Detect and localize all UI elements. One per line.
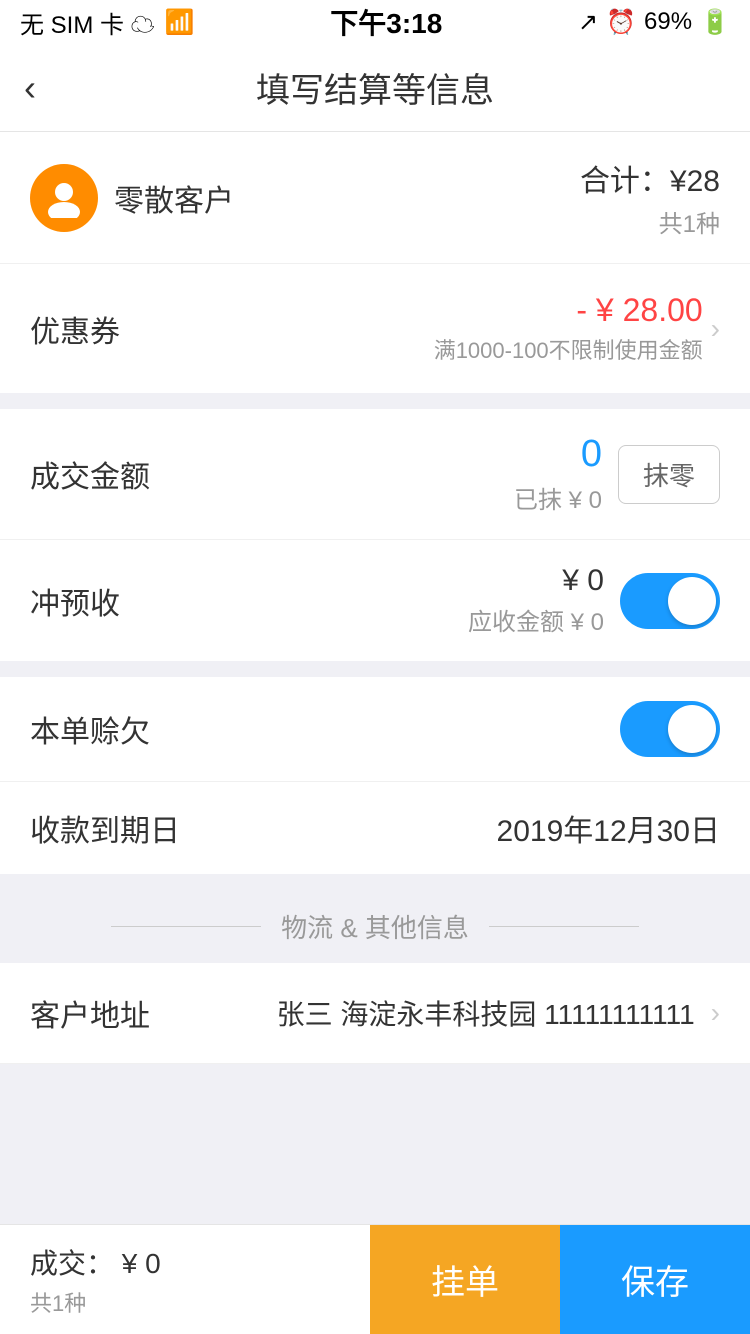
prepayment-right: ¥ 0 应收金额 ¥ 0 xyxy=(468,564,720,637)
coupon-desc: 满1000-100不限制使用金额 xyxy=(434,333,703,365)
status-time: 下午3:18 xyxy=(330,2,442,42)
due-date-row: 收款到期日 2019年12月30日 xyxy=(0,782,750,874)
due-date-value: 2019年12月30日 xyxy=(497,806,720,850)
bottom-count: 共1种 xyxy=(30,1286,340,1318)
status-left: 无 SIM 卡 ☁ 📶 xyxy=(20,5,195,40)
nav-bar: ‹ 填写结算等信息 xyxy=(0,44,750,132)
debt-toggle[interactable] xyxy=(620,701,720,757)
bottom-info: 成交： ¥ 0 共1种 xyxy=(0,1242,370,1318)
bottom-deal-value: ¥ 0 xyxy=(122,1248,161,1279)
deal-amount-col: 0 已抹 ¥ 0 xyxy=(514,433,602,515)
customer-section: 零散客户 合计：¥28 共1种 优惠券 - ¥ 28.00 满1000-100不… xyxy=(0,132,750,393)
debt-label: 本单赊欠 xyxy=(30,707,170,751)
location-icon: ↗ xyxy=(578,8,598,37)
back-button[interactable]: ‹ xyxy=(24,67,36,109)
coupon-amount: - ¥ 28.00 xyxy=(434,292,703,329)
total-amount: 合计：¥28 xyxy=(580,156,720,200)
coupon-right: - ¥ 28.00 满1000-100不限制使用金额 › xyxy=(434,292,720,365)
debt-row: 本单赊欠 xyxy=(0,677,750,782)
debt-right xyxy=(620,701,720,757)
avatar xyxy=(30,164,98,232)
bottom-bar: 成交： ¥ 0 共1种 挂单 保存 xyxy=(0,1224,750,1334)
address-label: 客户地址 xyxy=(30,991,150,1035)
battery-icon: 🔋 xyxy=(700,8,730,37)
deal-amount-row: 成交金额 0 已抹 ¥ 0 抹零 xyxy=(0,409,750,540)
prepayment-row: 冲预收 ¥ 0 应收金额 ¥ 0 xyxy=(0,540,750,661)
sim-status: 无 SIM 卡 ☁ xyxy=(20,5,155,40)
address-chevron-icon: › xyxy=(711,997,720,1029)
wifi-icon: 📶 xyxy=(165,8,195,37)
prepayment-toggle[interactable] xyxy=(620,573,720,629)
bottom-deal-label: 成交： xyxy=(30,1248,114,1279)
deal-amount-section: 成交金额 0 已抹 ¥ 0 抹零 冲预收 ¥ 0 应收金额 ¥ 0 xyxy=(0,409,750,661)
customer-right: 合计：¥28 共1种 xyxy=(580,156,720,239)
coupon-value-wrap: - ¥ 28.00 满1000-100不限制使用金额 xyxy=(434,292,703,365)
avatar-icon xyxy=(44,178,84,218)
coupon-row[interactable]: 优惠券 - ¥ 28.00 满1000-100不限制使用金额 › xyxy=(0,263,750,393)
address-row[interactable]: 客户地址 张三 海淀永丰科技园 11111111111 › xyxy=(0,963,750,1064)
prepayment-sub: 应收金额 ¥ 0 xyxy=(468,602,604,637)
alarm-icon: ⏰ xyxy=(606,8,636,37)
prepayment-col: ¥ 0 应收金额 ¥ 0 xyxy=(468,564,604,637)
status-bar: 无 SIM 卡 ☁ 📶 下午3:18 ↗ ⏰ 69% 🔋 xyxy=(0,0,750,44)
deal-amount-value: 0 xyxy=(581,433,602,476)
round-off-button[interactable]: 抹零 xyxy=(618,445,720,504)
chevron-right-icon: › xyxy=(711,313,720,345)
debt-section: 本单赊欠 收款到期日 2019年12月30日 xyxy=(0,677,750,874)
address-section: 客户地址 张三 海淀永丰科技园 11111111111 › xyxy=(0,963,750,1064)
status-right: ↗ ⏰ 69% 🔋 xyxy=(578,8,730,37)
customer-name: 零散客户 xyxy=(114,176,234,220)
hold-order-button[interactable]: 挂单 xyxy=(370,1225,560,1334)
deal-amount-label: 成交金额 xyxy=(30,452,170,496)
coupon-label: 优惠券 xyxy=(30,307,120,351)
page-title: 填写结算等信息 xyxy=(256,63,494,112)
logistics-header: 物流 & 其他信息 xyxy=(0,890,750,963)
prepayment-value: ¥ 0 xyxy=(562,564,604,598)
prepayment-label: 冲预收 xyxy=(30,579,170,623)
address-value: 张三 海淀永丰科技园 11111111111 xyxy=(166,993,695,1033)
total-count: 共1种 xyxy=(580,204,720,239)
battery-level: 69% xyxy=(644,8,692,36)
customer-row: 零散客户 合计：¥28 共1种 xyxy=(0,132,750,263)
logistics-label: 物流 & 其他信息 xyxy=(281,908,469,945)
customer-left: 零散客户 xyxy=(30,164,234,232)
save-button[interactable]: 保存 xyxy=(560,1225,750,1334)
deal-already-rounded: 已抹 ¥ 0 xyxy=(514,480,602,515)
bottom-deal-amount: 成交： ¥ 0 xyxy=(30,1242,340,1282)
due-date-label: 收款到期日 xyxy=(30,806,180,850)
deal-amount-right: 0 已抹 ¥ 0 抹零 xyxy=(514,433,720,515)
